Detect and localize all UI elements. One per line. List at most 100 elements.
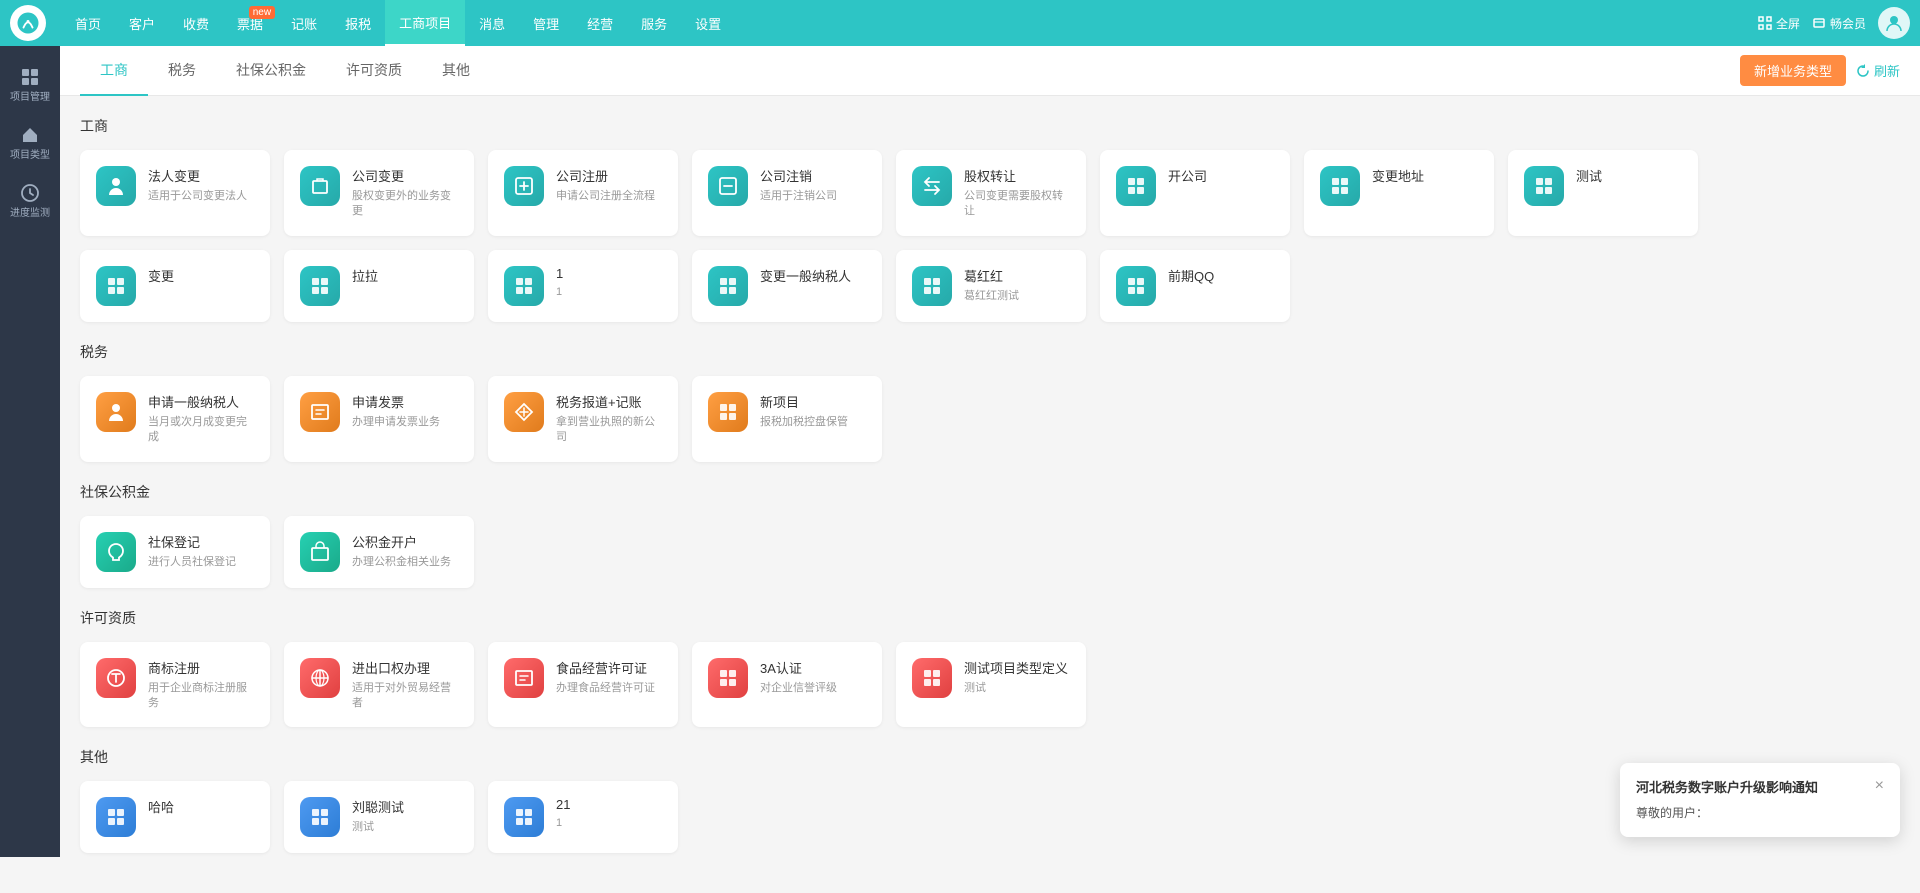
card-social-register[interactable]: 社保登记 进行人员社保登记	[80, 516, 270, 588]
card-icon-3a-cert	[708, 658, 748, 698]
card-name-change-address: 变更地址	[1372, 166, 1478, 185]
card-trademark[interactable]: 商标注册 用于企业商标注册服务	[80, 642, 270, 728]
card-name-liu-test: 刘聪测试	[352, 797, 458, 816]
card-liu-test[interactable]: 刘聪测试 测试	[284, 781, 474, 853]
card-name-import-export: 进出口权办理	[352, 658, 458, 677]
nav-message[interactable]: 消息	[465, 0, 519, 46]
card-name-legal-change: 法人变更	[148, 166, 254, 185]
card-pre-qq[interactable]: 前期QQ	[1100, 250, 1290, 322]
card-desc-legal-change: 适用于公司变更法人	[148, 189, 254, 204]
card-fund-open[interactable]: 公积金开户 办理公积金相关业务	[284, 516, 474, 588]
section-biz: 工商 法人变更 适用于公司变更法人 公司变更	[80, 116, 1900, 322]
card-icon-liu-test	[300, 797, 340, 837]
card-desc-company-cancel: 适用于注销公司	[760, 189, 866, 204]
logo[interactable]	[10, 5, 46, 41]
nav-items: 首页 客户 收费 票据 new 记账 报税 工商项目 消息 管理 经营 服务 设…	[61, 0, 1758, 46]
card-desc-test-type-def: 测试	[964, 681, 1070, 696]
card-change-address[interactable]: 变更地址	[1304, 150, 1494, 236]
card-icon-change-address	[1320, 166, 1360, 206]
card-apply-taxpayer[interactable]: 申请一般纳税人 当月或次月成变更完成	[80, 376, 270, 462]
card-test-type-def[interactable]: 测试项目类型定义 测试	[896, 642, 1086, 728]
card-twentyone[interactable]: 21 1	[488, 781, 678, 853]
fullscreen-btn[interactable]: 全屏	[1758, 15, 1800, 32]
card-one[interactable]: 1 1	[488, 250, 678, 322]
card-new-project[interactable]: 新项目 报税加税控盘保管	[692, 376, 882, 462]
card-name-trademark: 商标注册	[148, 658, 254, 677]
user-avatar[interactable]	[1878, 7, 1910, 39]
card-ge-hong-hong[interactable]: 葛红红 葛红红测试	[896, 250, 1086, 322]
tab-other[interactable]: 其他	[422, 46, 490, 96]
tab-tax[interactable]: 税务	[148, 46, 216, 96]
card-icon-pre-qq	[1116, 266, 1156, 306]
card-name-social-register: 社保登记	[148, 532, 254, 551]
nav-bizproject[interactable]: 工商项目	[385, 0, 465, 46]
card-name-lala: 拉拉	[352, 266, 458, 285]
card-icon-one	[504, 266, 544, 306]
new-type-button[interactable]: 新增业务类型	[1740, 55, 1846, 86]
card-change-taxpayer[interactable]: 变更一般纳税人	[692, 250, 882, 322]
sidebar-item-project-manage[interactable]: 项目管理	[0, 56, 60, 114]
tab-license[interactable]: 许可资质	[326, 46, 422, 96]
notif-content: 尊敬的用户：	[1636, 804, 1884, 823]
card-equity-transfer[interactable]: 股权转让 公司变更需要股权转让	[896, 150, 1086, 236]
tab-social[interactable]: 社保公积金	[216, 46, 326, 96]
card-3a-cert[interactable]: 3A认证 对企业信誉评级	[692, 642, 882, 728]
card-icon-social-register	[96, 532, 136, 572]
cards-grid-social: 社保登记 进行人员社保登记 公积金开户 办理公积金相关业务	[80, 516, 1900, 588]
nav-tax[interactable]: 报税	[331, 0, 385, 46]
nav-customer[interactable]: 客户	[115, 0, 169, 46]
card-company-change[interactable]: 公司变更 股权变更外的业务变更	[284, 150, 474, 236]
card-haha[interactable]: 哈哈	[80, 781, 270, 853]
sidebar: 项目管理 项目类型 进度监测	[0, 46, 60, 857]
nav-settings[interactable]: 设置	[681, 0, 735, 46]
card-company-cancel[interactable]: 公司注销 适用于注销公司	[692, 150, 882, 236]
section-title-license: 许可资质	[80, 608, 1900, 628]
card-test[interactable]: 测试	[1508, 150, 1698, 236]
nav-home[interactable]: 首页	[61, 0, 115, 46]
card-icon-apply-taxpayer	[96, 392, 136, 432]
nav-management[interactable]: 管理	[519, 0, 573, 46]
card-desc-company-change: 股权变更外的业务变更	[352, 189, 458, 220]
nav-right: 全屏 畅会员	[1758, 7, 1910, 39]
card-name-change: 变更	[148, 266, 254, 285]
card-icon-company-change	[300, 166, 340, 206]
card-name-change-taxpayer: 变更一般纳税人	[760, 266, 866, 285]
card-lala[interactable]: 拉拉	[284, 250, 474, 322]
card-desc-ge-hong-hong: 葛红红测试	[964, 289, 1070, 304]
cards-grid-biz: 法人变更 适用于公司变更法人 公司变更 股权变更外的业务变更	[80, 150, 1900, 322]
nav-operation[interactable]: 经营	[573, 0, 627, 46]
member-btn[interactable]: 畅会员	[1812, 15, 1866, 32]
nav-accounting[interactable]: 记账	[277, 0, 331, 46]
sidebar-item-project-type[interactable]: 项目类型	[0, 114, 60, 172]
tab-biz[interactable]: 工商	[80, 46, 148, 96]
section-title-tax: 税务	[80, 342, 1900, 362]
card-name-company-cancel: 公司注销	[760, 166, 866, 185]
sidebar-item-progress-monitor[interactable]: 进度监测	[0, 172, 60, 230]
card-legal-change[interactable]: 法人变更 适用于公司变更法人	[80, 150, 270, 236]
notif-close-button[interactable]: ×	[1875, 777, 1884, 795]
card-icon-import-export	[300, 658, 340, 698]
card-apply-invoice[interactable]: 申请发票 办理申请发票业务	[284, 376, 474, 462]
card-company-register[interactable]: 公司注册 申请公司注册全流程	[488, 150, 678, 236]
refresh-button[interactable]: 刷新	[1856, 61, 1900, 80]
card-icon-company-cancel	[708, 166, 748, 206]
section-license: 许可资质 商标注册 用于企业商标注册服务 进出口权	[80, 608, 1900, 728]
card-icon-food-license	[504, 658, 544, 698]
nav-billing[interactable]: 收费	[169, 0, 223, 46]
tab-actions: 新增业务类型 刷新	[1740, 55, 1900, 86]
card-desc-liu-test: 测试	[352, 820, 458, 835]
notif-title: 河北税务数字账户升级影响通知	[1636, 777, 1818, 796]
card-tax-report[interactable]: 税务报道+记账 拿到营业执照的新公司	[488, 376, 678, 462]
nav-invoice[interactable]: 票据 new	[223, 0, 277, 46]
card-open-company[interactable]: 开公司	[1100, 150, 1290, 236]
card-name-food-license: 食品经营许可证	[556, 658, 662, 677]
card-name-one: 1	[556, 266, 662, 281]
card-food-license[interactable]: 食品经营许可证 办理食品经营许可证	[488, 642, 678, 728]
nav-service[interactable]: 服务	[627, 0, 681, 46]
card-desc-apply-taxpayer: 当月或次月成变更完成	[148, 415, 254, 446]
section-title-biz: 工商	[80, 116, 1900, 136]
card-icon-change-taxpayer	[708, 266, 748, 306]
card-icon-lala	[300, 266, 340, 306]
card-import-export[interactable]: 进出口权办理 适用于对外贸易经营者	[284, 642, 474, 728]
card-change[interactable]: 变更	[80, 250, 270, 322]
